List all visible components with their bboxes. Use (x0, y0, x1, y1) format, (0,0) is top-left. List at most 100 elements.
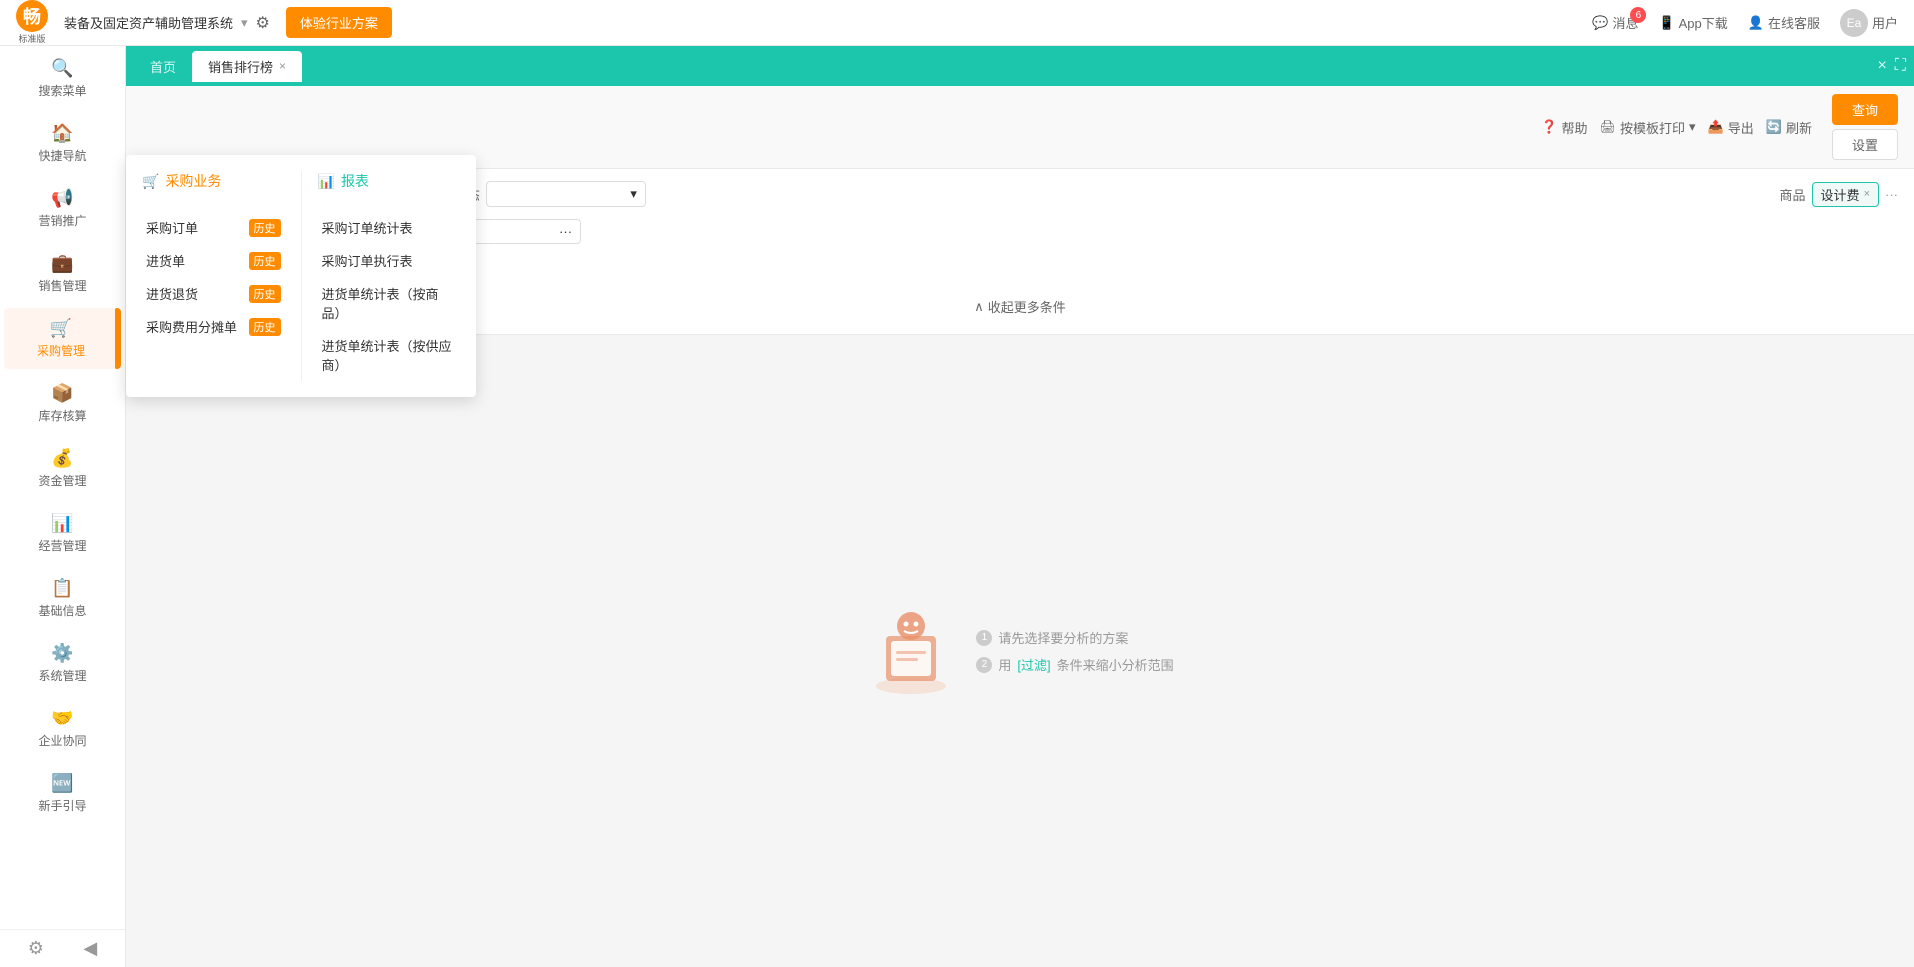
sidebar-item-procurement[interactable]: 🛒 采购管理 (4, 308, 121, 369)
tab-sales-ranking[interactable]: 销售排行榜 × (192, 51, 302, 82)
empty-state-container: 1 请先选择要分析的方案 2 用 [过滤] 条件来缩小分析范围 (866, 606, 1173, 696)
sidebar-label-guide: 新手引导 (38, 797, 86, 814)
product-label: 商品 (1780, 185, 1806, 204)
tab-fullscreen-icon[interactable]: ⛶ (1895, 57, 1906, 75)
product-tag-close[interactable]: × (1864, 188, 1870, 200)
dropdown-divider (301, 171, 302, 381)
message-icon: 💬 (1592, 15, 1608, 31)
goods-stats-product-label: 进货单统计表（按商品） (322, 284, 457, 322)
sidebar-item-inventory[interactable]: 📦 库存核算 (4, 373, 121, 434)
dropdown-purchase-title: 🛒 采购业务 (142, 171, 285, 199)
dropdown-item-purchase-expense[interactable]: 采购费用分摊单 历史 (142, 310, 285, 343)
collapse-chevron-icon: ∧ (974, 299, 984, 315)
inventory-icon: 📦 (51, 383, 73, 404)
footer-settings-icon[interactable]: ⚙ (28, 938, 44, 959)
print-btn[interactable]: 🖨 按模板打印 ▾ (1600, 118, 1696, 137)
dropdown-item-goods-stats-supplier[interactable]: 进货单统计表（按供应商） (318, 329, 461, 381)
logo-icon: 畅 (16, 0, 48, 32)
sidebar-item-system[interactable]: ⚙️ 系统管理 (4, 633, 121, 694)
purchase-expense-history[interactable]: 历史 (249, 318, 281, 336)
salesperson-dots[interactable]: ··· (559, 224, 572, 239)
goods-return-history[interactable]: 历史 (249, 285, 281, 303)
refresh-label: 刷新 (1786, 118, 1812, 137)
export-icon: 📤 (1708, 119, 1724, 135)
sidebar-label-sales: 销售管理 (38, 277, 86, 294)
user-item[interactable]: Ea 用户 (1840, 9, 1898, 37)
dropdown-item-goods-stats-product[interactable]: 进货单统计表（按商品） (318, 277, 461, 329)
sidebar-item-search[interactable]: 🔍 搜索菜单 (4, 48, 121, 109)
dropdown-menu: 🛒 采购业务 采购订单 历史 进货单 历史 进货退货 历史 采购费用分摊单 历史 (126, 155, 476, 397)
purchase-icon: 🛒 (142, 173, 159, 190)
refresh-btn[interactable]: 🔄 刷新 (1766, 118, 1812, 137)
sidebar-item-basic-info[interactable]: 📋 基础信息 (4, 568, 121, 629)
dropdown-item-goods-receipt[interactable]: 进货单 历史 (142, 244, 285, 277)
step2-text-pre: 用 (998, 655, 1011, 674)
product-more-dots[interactable]: ··· (1885, 187, 1898, 202)
system-settings-icon[interactable]: ⚙ (256, 13, 270, 33)
sidebar-item-marketing[interactable]: 📢 营销推广 (4, 178, 121, 239)
query-button[interactable]: 查询 (1832, 94, 1898, 125)
sidebar: 🔍 搜索菜单 🏠 快捷导航 📢 营销推广 💼 销售管理 🛒 采购管理 📦 (0, 46, 126, 967)
help-label: 帮助 (1562, 118, 1588, 137)
sidebar-label-enterprise: 企业协同 (38, 732, 86, 749)
empty-step2: 2 用 [过滤] 条件来缩小分析范围 (976, 655, 1173, 674)
sidebar-item-guide[interactable]: 🆕 新手引导 (4, 763, 121, 824)
sidebar-label-procurement: 采购管理 (37, 342, 85, 359)
sidebar-label-basic-info: 基础信息 (38, 602, 86, 619)
app-download-label: App下载 (1679, 13, 1728, 32)
reports-title-text: 报表 (341, 171, 369, 191)
online-service-item[interactable]: 👤 在线客服 (1748, 13, 1820, 32)
user-label: 用户 (1872, 13, 1898, 32)
help-icon: ❓ (1541, 119, 1557, 135)
settings-button[interactable]: 设置 (1832, 129, 1898, 160)
tab-close-icon[interactable]: × (279, 59, 286, 73)
dropdown-item-purchase-order[interactable]: 采购订单 历史 (142, 211, 285, 244)
sidebar-item-enterprise[interactable]: 🤝 企业协同 (4, 698, 121, 759)
dropdown-reports-title: 📊 报表 (318, 171, 461, 199)
sidebar-label-marketing: 营销推广 (38, 212, 86, 229)
logo-area[interactable]: 畅 标准版 (16, 0, 48, 45)
dropdown-reports-col: 📊 报表 采购订单统计表 采购订单执行表 进货单统计表（按商品） 进货单统计表（… (318, 171, 461, 381)
procurement-icon: 🛒 (50, 318, 72, 339)
help-btn[interactable]: ❓ 帮助 (1541, 118, 1587, 137)
voucher-status-select[interactable]: ▾ (486, 181, 646, 207)
print-icon: 🖨 (1600, 119, 1617, 135)
sidebar-item-finance[interactable]: 💰 资金管理 (4, 438, 121, 499)
refresh-icon: 🔄 (1766, 119, 1782, 135)
footer-collapse-icon[interactable]: ◀ (83, 938, 97, 959)
step2-num: 2 (976, 657, 992, 673)
tab-bar-right: × ⛶ (1877, 57, 1906, 75)
tab-home[interactable]: 首页 (134, 51, 192, 82)
home-icon: 🏠 (51, 123, 73, 144)
empty-step1: 1 请先选择要分析的方案 (976, 628, 1128, 647)
top-bar: 畅 标准版 装备及固定资产辅助管理系统 ▾ ⚙ 体验行业方案 💬 消息 6 📱 … (0, 0, 1914, 46)
sidebar-item-operations[interactable]: 📊 经营管理 (4, 503, 121, 564)
industry-btn[interactable]: 体验行业方案 (286, 7, 392, 38)
goods-receipt-history[interactable]: 历史 (249, 252, 281, 270)
reports-icon: 📊 (318, 173, 335, 190)
sidebar-item-sales[interactable]: 💼 销售管理 (4, 243, 121, 304)
sidebar-item-quick-nav[interactable]: 🏠 快捷导航 (4, 113, 121, 174)
dropdown-item-purchase-exec[interactable]: 采购订单执行表 (318, 244, 461, 277)
app-download-item[interactable]: 📱 App下载 (1658, 13, 1727, 32)
finance-icon: 💰 (51, 448, 73, 469)
voucher-status-arrow: ▾ (630, 186, 637, 202)
sidebar-label-finance: 资金管理 (38, 472, 86, 489)
purchase-order-history[interactable]: 历史 (249, 219, 281, 237)
guide-icon: 🆕 (51, 773, 73, 794)
online-service-label: 在线客服 (1768, 13, 1820, 32)
operations-icon: 📊 (51, 513, 73, 534)
dropdown-item-goods-return[interactable]: 进货退货 历史 (142, 277, 285, 310)
export-label: 导出 (1728, 118, 1754, 137)
toolbar-right: ❓ 帮助 🖨 按模板打印 ▾ 📤 导出 🔄 刷新 (1541, 94, 1898, 160)
step2-text-post: 条件来缩小分析范围 (1057, 655, 1174, 674)
export-btn[interactable]: 📤 导出 (1708, 118, 1754, 137)
tab-close-all-icon[interactable]: × (1877, 57, 1886, 75)
purchase-stats-label: 采购订单统计表 (322, 218, 413, 237)
dropdown-item-purchase-stats[interactable]: 采购订单统计表 (318, 211, 461, 244)
sidebar-label-quick-nav: 快捷导航 (38, 147, 86, 164)
avatar-text: Ea (1847, 16, 1862, 30)
message-item[interactable]: 💬 消息 6 (1592, 13, 1638, 32)
marketing-icon: 📢 (51, 188, 73, 209)
system-dropdown-arrow[interactable]: ▾ (241, 15, 248, 31)
